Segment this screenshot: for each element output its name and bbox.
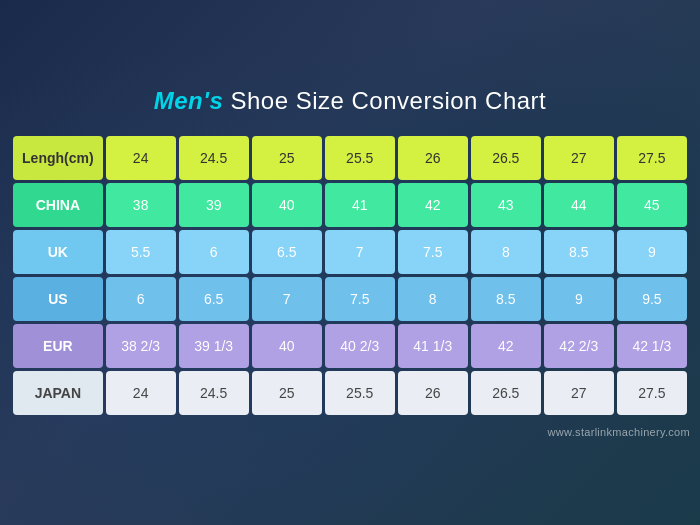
row-label: JAPAN bbox=[13, 371, 103, 415]
data-cell: 5.5 bbox=[106, 230, 176, 274]
data-cell: 24.5 bbox=[179, 371, 249, 415]
data-cell: 38 bbox=[106, 183, 176, 227]
table-row: JAPAN2424.52525.52626.52727.5 bbox=[13, 371, 687, 415]
data-cell: 26 bbox=[398, 136, 468, 180]
data-cell: 24 bbox=[106, 136, 176, 180]
data-cell: 9 bbox=[544, 277, 614, 321]
main-container: Men's Shoe Size Conversion Chart Lengh(c… bbox=[10, 87, 690, 438]
data-cell: 27 bbox=[544, 136, 614, 180]
data-cell: 38 2/3 bbox=[106, 324, 176, 368]
data-cell: 40 bbox=[252, 324, 322, 368]
data-cell: 6 bbox=[106, 277, 176, 321]
data-cell: 40 2/3 bbox=[325, 324, 395, 368]
row-label: UK bbox=[13, 230, 103, 274]
data-cell: 45 bbox=[617, 183, 687, 227]
data-cell: 9 bbox=[617, 230, 687, 274]
data-cell: 41 1/3 bbox=[398, 324, 468, 368]
data-cell: 25.5 bbox=[325, 136, 395, 180]
row-label: EUR bbox=[13, 324, 103, 368]
table-row: UK5.566.577.588.59 bbox=[13, 230, 687, 274]
data-cell: 26 bbox=[398, 371, 468, 415]
row-label: Lengh(cm) bbox=[13, 136, 103, 180]
data-cell: 25 bbox=[252, 136, 322, 180]
data-cell: 8.5 bbox=[544, 230, 614, 274]
data-cell: 42 bbox=[471, 324, 541, 368]
data-cell: 40 bbox=[252, 183, 322, 227]
data-cell: 7.5 bbox=[325, 277, 395, 321]
table-row: CHINA3839404142434445 bbox=[13, 183, 687, 227]
data-cell: 8 bbox=[398, 277, 468, 321]
table-row: US66.577.588.599.5 bbox=[13, 277, 687, 321]
conversion-chart: Lengh(cm)2424.52525.52626.52727.5CHINA38… bbox=[10, 133, 690, 418]
data-cell: 8 bbox=[471, 230, 541, 274]
data-cell: 27.5 bbox=[617, 371, 687, 415]
data-cell: 42 1/3 bbox=[617, 324, 687, 368]
data-cell: 7.5 bbox=[398, 230, 468, 274]
title-highlight: Men's bbox=[154, 87, 224, 114]
chart-title: Men's Shoe Size Conversion Chart bbox=[154, 87, 547, 115]
data-cell: 39 bbox=[179, 183, 249, 227]
data-cell: 9.5 bbox=[617, 277, 687, 321]
data-cell: 44 bbox=[544, 183, 614, 227]
data-cell: 8.5 bbox=[471, 277, 541, 321]
data-cell: 27.5 bbox=[617, 136, 687, 180]
data-cell: 25 bbox=[252, 371, 322, 415]
title-rest: Shoe Size Conversion Chart bbox=[223, 87, 546, 114]
table-row: EUR38 2/339 1/34040 2/341 1/34242 2/342 … bbox=[13, 324, 687, 368]
data-cell: 24.5 bbox=[179, 136, 249, 180]
row-label: US bbox=[13, 277, 103, 321]
watermark: www.starlinkmachinery.com bbox=[548, 426, 690, 438]
data-cell: 24 bbox=[106, 371, 176, 415]
data-cell: 43 bbox=[471, 183, 541, 227]
row-label: CHINA bbox=[13, 183, 103, 227]
table-row: Lengh(cm)2424.52525.52626.52727.5 bbox=[13, 136, 687, 180]
data-cell: 7 bbox=[325, 230, 395, 274]
data-cell: 25.5 bbox=[325, 371, 395, 415]
data-cell: 26.5 bbox=[471, 371, 541, 415]
data-cell: 26.5 bbox=[471, 136, 541, 180]
data-cell: 6.5 bbox=[179, 277, 249, 321]
data-cell: 39 1/3 bbox=[179, 324, 249, 368]
data-cell: 27 bbox=[544, 371, 614, 415]
data-cell: 7 bbox=[252, 277, 322, 321]
data-cell: 6 bbox=[179, 230, 249, 274]
data-cell: 42 2/3 bbox=[544, 324, 614, 368]
data-cell: 6.5 bbox=[252, 230, 322, 274]
data-cell: 42 bbox=[398, 183, 468, 227]
data-cell: 41 bbox=[325, 183, 395, 227]
